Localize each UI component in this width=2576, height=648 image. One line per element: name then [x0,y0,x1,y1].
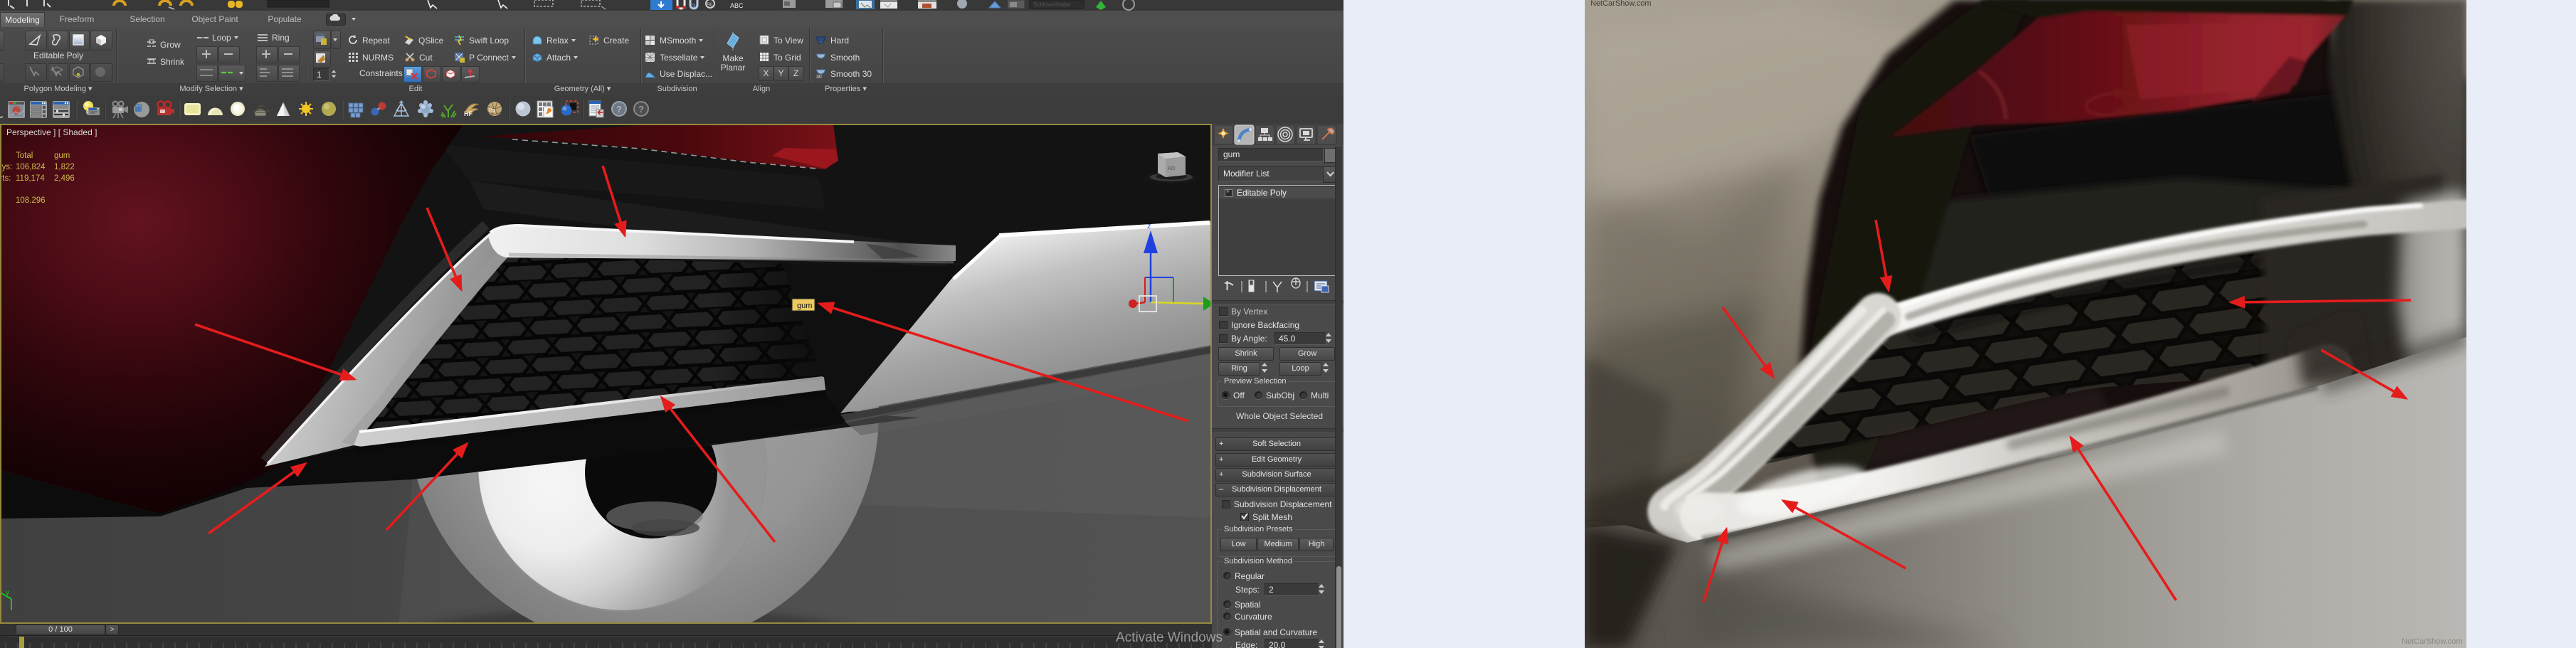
svg-text:z: z [1147,222,1151,230]
svg-text:SchlovenNabe: SchlovenNabe [1033,1,1071,8]
svg-text:106,824: 106,824 [16,163,46,171]
svg-text:119,174: 119,174 [16,174,45,183]
svg-text:NetCarShow.com: NetCarShow.com [2402,637,2463,646]
svg-text:1,822: 1,822 [54,163,75,171]
svg-text:3: 3 [692,3,695,10]
svg-text:Verts:: Verts: [0,174,11,183]
svg-text:Polys:: Polys: [0,163,12,171]
svg-text:HF: HF [464,110,473,117]
svg-text:ABC: ABC [730,2,744,9]
svg-text:?: ? [616,104,622,115]
svg-text:Perspective ] [ Shaded ]: Perspective ] [ Shaded ] [6,127,97,137]
svg-text:30: 30 [816,75,822,79]
svg-text:NetCarShow.com: NetCarShow.com [1590,0,1652,8]
svg-text:108.296: 108.296 [16,196,46,205]
svg-text:RO: RO [1168,166,1176,171]
svg-text:Total: Total [16,152,33,160]
svg-text:?: ? [638,104,644,115]
svg-text:gum: gum [54,152,70,160]
svg-text:y: y [6,589,9,597]
svg-text:%: % [707,1,712,8]
svg-text:gum: gum [797,302,812,310]
svg-text:2,496: 2,496 [54,174,75,183]
svg-text:0x: 0x [489,107,496,114]
